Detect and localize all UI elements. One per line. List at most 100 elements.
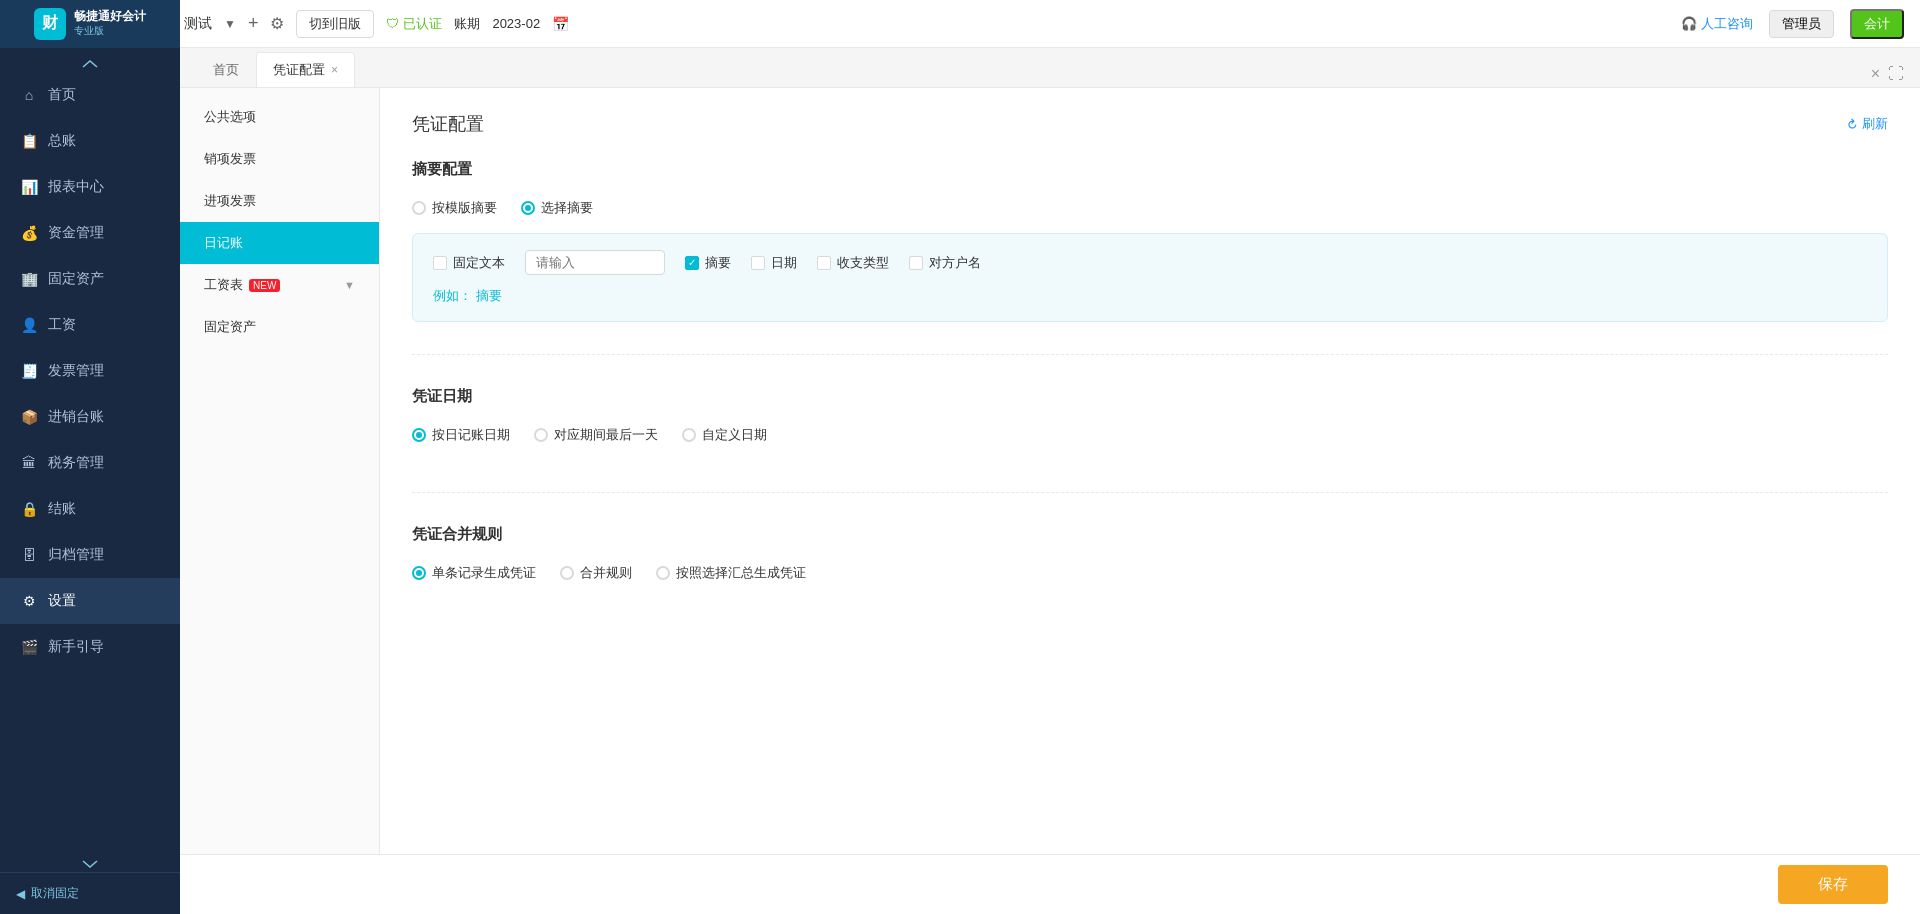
left-nav-diary[interactable]: 日记账 [180,222,379,264]
radio-single-record[interactable]: 单条记录生成凭证 [412,564,536,582]
fixed-text-label: 固定文本 [453,254,505,272]
radio-template-summary[interactable]: 按模版摘要 [412,199,497,217]
sales-icon: 📦 [20,408,38,426]
checkbox-date[interactable]: 日期 [751,254,797,272]
checkbox-payment-type[interactable]: 收支类型 [817,254,889,272]
checkbox-fixed-text[interactable]: 固定文本 [433,254,505,272]
left-nav-purchase-invoice-label: 进项发票 [204,193,256,208]
sidebar-item-assets[interactable]: 🏢 固定资产 [0,256,180,302]
accountant-btn[interactable]: 会计 [1850,9,1904,39]
tab-close-icon[interactable]: × [331,63,338,77]
consult-btn[interactable]: 🎧 人工咨询 [1681,15,1753,33]
consult-icon: 🎧 [1681,16,1697,31]
guide-icon: 🎬 [20,638,38,656]
radio-merge-rule[interactable]: 合并规则 [560,564,632,582]
tab-voucher-config[interactable]: 凭证配置 × [256,52,355,87]
radio-custom-label: 自定义日期 [702,426,767,444]
refresh-btn[interactable]: ↻ 刷新 [1847,115,1888,133]
refresh-label: 刷新 [1862,115,1888,133]
cancel-fixed-btn[interactable]: ◀ 取消固定 [0,872,180,914]
radio-select-label: 选择摘要 [541,199,593,217]
radio-summary-gen[interactable]: 按照选择汇总生成凭证 [656,564,806,582]
sidebar-item-label-close: 结账 [48,500,76,518]
sidebar-item-sales[interactable]: 📦 进销台账 [0,394,180,440]
summary-section-title: 摘要配置 [412,160,1888,179]
fixed-text-input[interactable] [525,250,665,275]
sidebar-item-label-sales: 进销台账 [48,408,104,426]
sidebar-item-home[interactable]: ⌂ 首页 [0,72,180,118]
admin-btn[interactable]: 管理员 [1769,10,1834,38]
sidebar-item-label-reports: 报表中心 [48,178,104,196]
left-nav-sales-invoice[interactable]: 销项发票 [180,138,379,180]
merge-radio-group: 单条记录生成凭证 合并规则 按照选择汇总生成凭证 [412,564,1888,582]
dropdown-icon[interactable]: ▼ [224,17,236,31]
close-window-btn[interactable]: × [1871,65,1880,83]
sidebar-item-label-finance: 资金管理 [48,224,104,242]
sidebar-item-salary[interactable]: 👤 工资 [0,302,180,348]
sidebar-item-settings[interactable]: ⚙ 设置 [0,578,180,624]
radio-summary-gen-label: 按照选择汇总生成凭证 [676,564,806,582]
date-section-title: 凭证日期 [412,387,1888,406]
calendar-icon[interactable]: 📅 [552,16,569,32]
example-row: 例如： 摘要 [433,287,1867,305]
counterparty-checkbox [909,256,923,270]
tax-icon: 🏛 [20,454,38,472]
settings-sidebar-icon: ⚙ [20,592,38,610]
example-prefix: 例如： [433,288,472,303]
reports-icon: 📊 [20,178,38,196]
radio-template-circle [412,201,426,215]
section-date: 凭证日期 按日记账日期 对应期间最后一天 自定义日期 [412,387,1888,493]
sidebar-item-label-tax: 税务管理 [48,454,104,472]
left-nav-fixed-assets[interactable]: 固定资产 [180,306,379,348]
sidebar-item-label-settings: 设置 [48,592,76,610]
radio-select-summary[interactable]: 选择摘要 [521,199,593,217]
right-panel: 凭证配置 ↻ 刷新 摘要配置 按模版摘要 [380,88,1920,854]
radio-diary-circle [412,428,426,442]
example-value: 摘要 [476,288,502,303]
period-value: 2023-02 [492,16,540,31]
save-btn[interactable]: 保存 [1778,865,1888,904]
new-badge: NEW [249,279,280,292]
sidebar-item-label-salary: 工资 [48,316,76,334]
sidebar-item-ledger[interactable]: 📋 总账 [0,118,180,164]
left-nav-purchase-invoice[interactable]: 进项发票 [180,180,379,222]
sidebar-item-guide[interactable]: 🎬 新手引导 [0,624,180,670]
radio-diary-date[interactable]: 按日记账日期 [412,426,510,444]
main-content: 首页 凭证配置 × × ⛶ 公共选项 销项发票 进项发 [180,48,1920,914]
sidebar-item-invoice[interactable]: 🧾 发票管理 [0,348,180,394]
ledger-icon: 📋 [20,132,38,150]
certified-text: 已认证 [403,15,442,33]
invoice-icon: 🧾 [20,362,38,380]
left-nav-diary-label: 日记账 [204,235,243,250]
sidebar-item-finance[interactable]: 💰 资金管理 [0,210,180,256]
sidebar: ⌂ 首页 📋 总账 📊 报表中心 💰 资金管理 🏢 固定资产 👤 工资 🧾 发票… [0,48,180,914]
archive-icon: 🗄 [20,546,38,564]
sidebar-item-tax[interactable]: 🏛 税务管理 [0,440,180,486]
page-title: 凭证配置 [412,112,484,136]
logo-sub: 专业版 [74,24,146,38]
sidebar-item-archive[interactable]: 🗄 归档管理 [0,532,180,578]
radio-custom-date[interactable]: 自定义日期 [682,426,767,444]
sidebar-item-reports[interactable]: 📊 报表中心 [0,164,180,210]
radio-period-last-day[interactable]: 对应期间最后一天 [534,426,658,444]
left-nav-public[interactable]: 公共选项 [180,96,379,138]
checkbox-counterparty[interactable]: 对方户名 [909,254,981,272]
scroll-up-btn[interactable] [0,56,180,72]
checkbox-summary[interactable]: 摘要 [685,254,731,272]
sidebar-item-close[interactable]: 🔒 结账 [0,486,180,532]
tab-home[interactable]: 首页 [196,52,256,87]
sidebar-item-label-assets: 固定资产 [48,270,104,288]
add-btn[interactable]: + [248,13,259,34]
payment-type-checkbox [817,256,831,270]
settings-icon[interactable]: ⚙ [270,14,284,33]
summary-options-box: 固定文本 摘要 日期 [412,233,1888,322]
expand-window-btn[interactable]: ⛶ [1888,65,1904,83]
radio-template-label: 按模版摘要 [432,199,497,217]
scroll-down-btn[interactable] [0,856,180,872]
tab-actions: × ⛶ [1871,65,1904,87]
radio-summary-gen-circle [656,566,670,580]
page-title-row: 凭证配置 ↻ 刷新 [412,112,1888,136]
payment-type-label: 收支类型 [837,254,889,272]
switch-version-btn[interactable]: 切到旧版 [296,10,374,38]
left-nav-payroll[interactable]: 工资表 NEW ▼ [180,264,379,306]
